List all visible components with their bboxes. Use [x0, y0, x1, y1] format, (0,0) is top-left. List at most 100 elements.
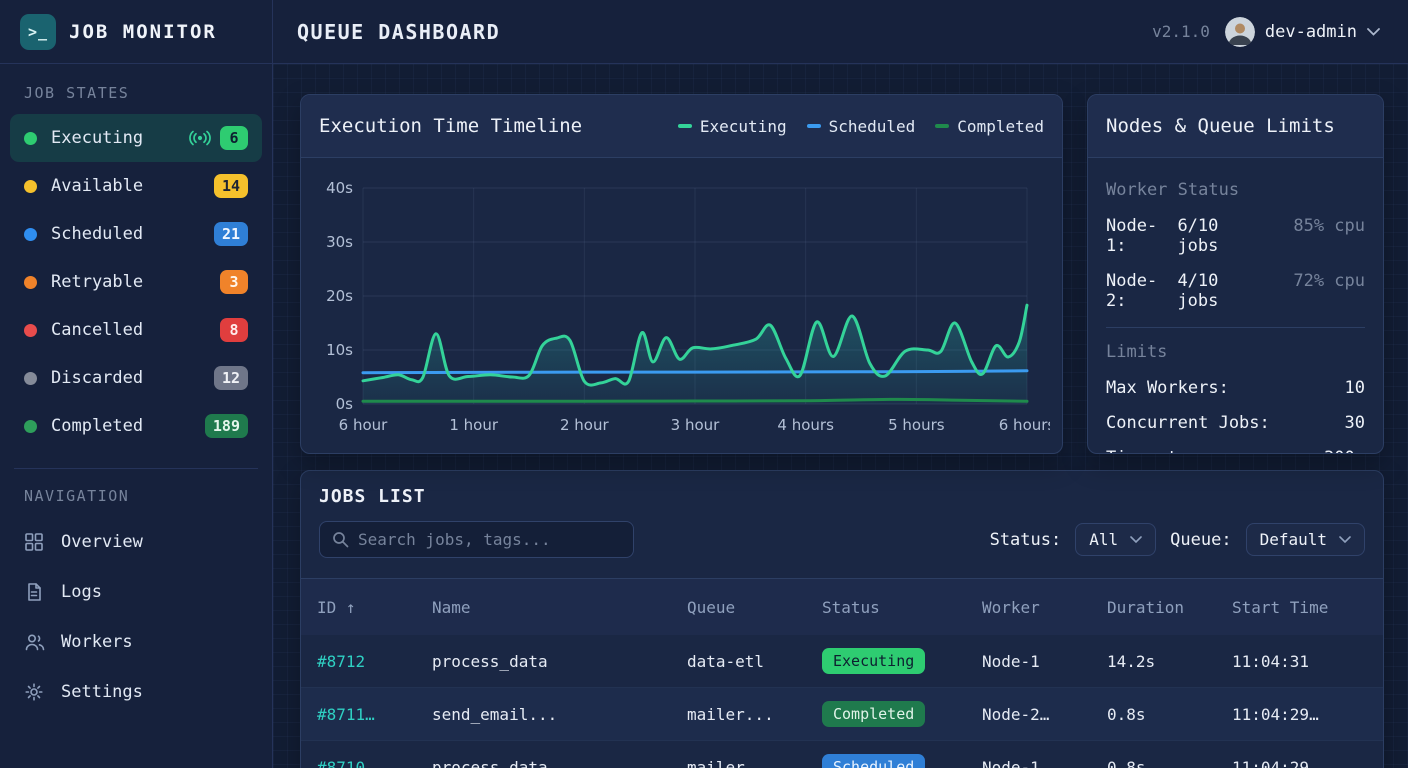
- job-queue: mailer: [687, 757, 745, 768]
- app-brand[interactable]: >_ JOB MONITOR: [0, 0, 273, 63]
- queue-filter-select[interactable]: Default: [1245, 523, 1365, 556]
- nav-item-logs[interactable]: Logs: [10, 567, 262, 617]
- sidebar-state-executing[interactable]: Executing 6: [10, 114, 262, 162]
- queue-filter-value: Default: [1259, 530, 1327, 549]
- jobs-search-box[interactable]: [319, 521, 634, 558]
- sidebar-state-completed[interactable]: Completed 189: [10, 402, 262, 450]
- legend-label: Executing: [699, 116, 787, 136]
- job-row-8712[interactable]: #8712 process_data data-etl Executing Node-1…: [301, 635, 1383, 688]
- nodes-card-title: Nodes & Queue Limits: [1106, 115, 1335, 137]
- user-menu[interactable]: dev-admin: [1224, 16, 1380, 47]
- app-title: JOB MONITOR: [69, 20, 217, 43]
- job-start-time: 11:04:31: [1232, 651, 1310, 671]
- sidebar-divider: [14, 468, 258, 469]
- limit-row: Concurrent Jobs: 30: [1106, 413, 1365, 433]
- limits-heading: Limits: [1106, 342, 1168, 362]
- svg-text:1 hour: 1 hour: [449, 416, 499, 434]
- sidebar-state-discarded[interactable]: Discarded 12: [10, 354, 262, 402]
- column-header-starttime[interactable]: Start Time: [1232, 598, 1383, 617]
- queue-filter-label: Queue:: [1170, 529, 1232, 550]
- svg-text:2 hour: 2 hour: [560, 416, 610, 434]
- navigation-heading: NAVIGATION: [24, 487, 130, 505]
- sidebar-state-retryable[interactable]: Retryable 3: [10, 258, 262, 306]
- terminal-logo-icon: >_: [20, 13, 56, 50]
- sidebar-state-cancelled[interactable]: Cancelled 8: [10, 306, 262, 354]
- legend-item-executing[interactable]: Executing: [677, 116, 787, 136]
- legend-label: Completed: [957, 116, 1044, 136]
- legend-swatch: [935, 124, 950, 128]
- svg-text:5 hours: 5 hours: [888, 416, 945, 434]
- legend-item-completed[interactable]: Completed: [935, 117, 1044, 136]
- state-color-dot: [24, 227, 37, 241]
- limit-label: Timeout:: [1106, 448, 1188, 453]
- job-start-time: 11:04:29: [1232, 757, 1310, 768]
- column-header-worker[interactable]: Worker: [982, 598, 1107, 617]
- limit-row: Timeout: 300s: [1106, 448, 1365, 453]
- svg-text:6 hour: 6 hour: [339, 416, 389, 434]
- state-label: Retryable: [51, 272, 144, 292]
- svg-text:40s: 40s: [326, 179, 353, 197]
- column-header-name[interactable]: Name: [432, 598, 687, 617]
- version-label: v2.1.0: [1152, 22, 1210, 41]
- node-cpu: 72% cpu: [1293, 271, 1365, 291]
- live-activity-icon: [189, 130, 211, 146]
- column-header-id[interactable]: ID ↑: [317, 598, 432, 617]
- node-jobs: 6/10 jobs: [1177, 216, 1219, 256]
- worker-status-row: Node-2: 4/10 jobs 72% cpu: [1106, 271, 1365, 311]
- top-bar: >_ JOB MONITOR QUEUE DASHBOARD v2.1.0 de…: [0, 0, 1408, 64]
- nav-item-workers[interactable]: Workers: [10, 617, 262, 667]
- nav-item-overview[interactable]: Overview: [10, 517, 262, 567]
- job-duration: 0.8s: [1107, 757, 1146, 768]
- column-header-queue[interactable]: Queue: [687, 598, 822, 617]
- sidebar-state-available[interactable]: Available 14: [10, 162, 262, 210]
- job-row-8710[interactable]: #8710 process_data mailer Scheduled Node-1 0.…: [301, 741, 1383, 768]
- timeline-card: Execution Time Timeline Executing Schedul…: [300, 94, 1063, 454]
- status-filter-select[interactable]: All: [1075, 523, 1157, 556]
- file-icon: [24, 582, 46, 602]
- jobs-table-body: #8712 process_data data-etl Executing Node-1…: [301, 635, 1383, 768]
- svg-text:0s: 0s: [336, 395, 354, 413]
- users-icon: [24, 632, 46, 652]
- nav-label: Settings: [61, 682, 143, 702]
- status-filter-label: Status:: [989, 529, 1062, 550]
- job-name: process_data: [432, 757, 548, 768]
- jobs-table: ID ↑ Name Queue Status Worker Duration Start T…: [301, 578, 1383, 768]
- state-count-badge: 6: [220, 126, 248, 150]
- job-duration: 14.2s: [1107, 651, 1156, 671]
- nav-item-settings[interactable]: Settings: [10, 667, 262, 717]
- state-label: Cancelled: [51, 320, 144, 340]
- state-label: Executing: [51, 128, 144, 148]
- legend-label: Scheduled: [828, 116, 916, 136]
- legend-item-scheduled[interactable]: Scheduled: [806, 116, 916, 136]
- job-name: send_email...: [432, 704, 558, 724]
- limit-label: Concurrent Jobs:: [1106, 413, 1270, 433]
- page-title: QUEUE DASHBOARD: [297, 19, 501, 44]
- job-worker: Node-1: [982, 651, 1040, 671]
- column-header-duration[interactable]: Duration: [1107, 598, 1232, 617]
- sidebar-state-scheduled[interactable]: Scheduled 21: [10, 210, 262, 258]
- state-count-badge: 8: [220, 318, 248, 342]
- column-header-status[interactable]: Status: [822, 598, 982, 617]
- state-label: Discarded: [51, 368, 144, 388]
- node-cpu: 85% cpu: [1293, 216, 1365, 236]
- job-start-time: 11:04:29…: [1232, 704, 1319, 724]
- job-row-8711[interactable]: #8711… send_email... mailer... Completed Nod…: [301, 688, 1383, 741]
- node-name: Node-2:: [1106, 271, 1158, 311]
- status-badge: Executing: [822, 648, 926, 674]
- chevron-down-icon: [1367, 27, 1380, 36]
- status-badge: Scheduled: [822, 754, 926, 768]
- svg-text:6 hours: 6 hours: [999, 416, 1050, 434]
- svg-text:20s: 20s: [326, 287, 353, 305]
- nav-label: Overview: [61, 532, 143, 552]
- limit-label: Max Workers:: [1106, 378, 1229, 398]
- job-name: process_data: [432, 651, 548, 671]
- jobs-search-input[interactable]: [358, 530, 621, 549]
- job-duration: 0.8s: [1107, 704, 1146, 724]
- limit-value: 30: [1344, 413, 1365, 433]
- state-color-dot: [24, 275, 37, 289]
- job-worker: Node-1: [982, 757, 1040, 768]
- chevron-down-icon: [1339, 536, 1351, 543]
- svg-text:3 hour: 3 hour: [671, 416, 721, 434]
- status-filter-value: All: [1089, 530, 1119, 549]
- state-count-badge: 189: [204, 414, 248, 438]
